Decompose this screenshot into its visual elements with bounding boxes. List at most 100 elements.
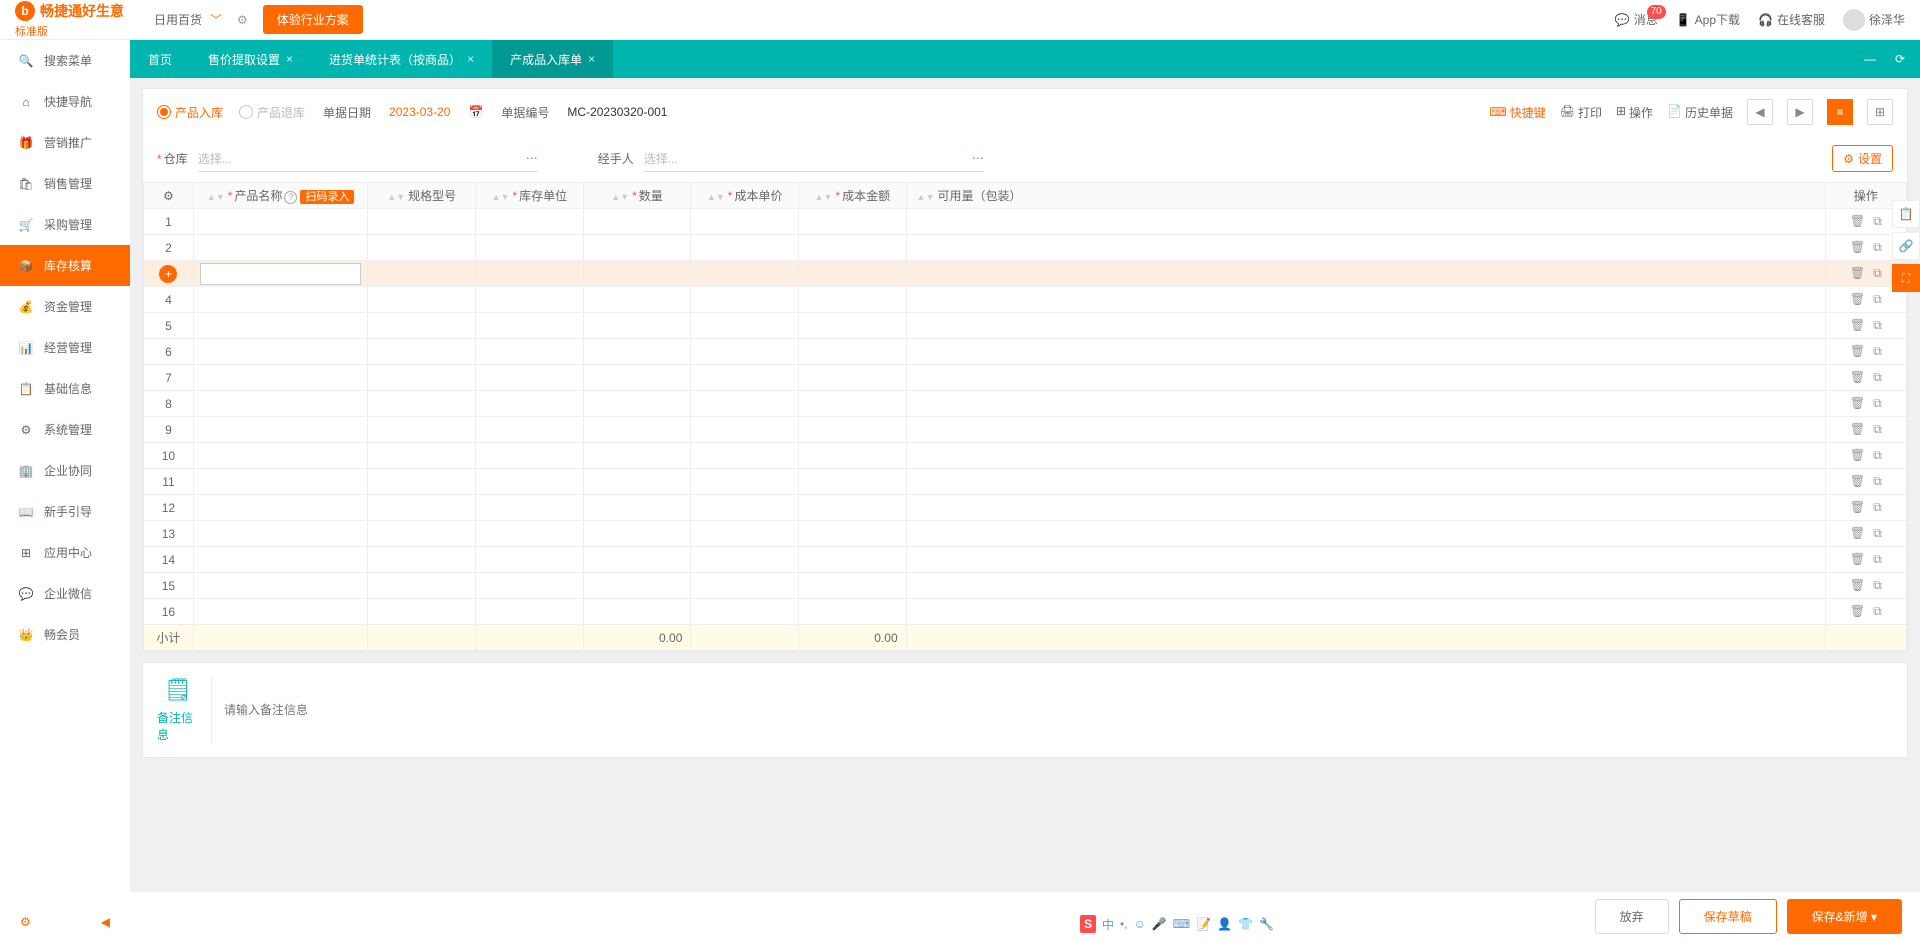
table-row[interactable]: 12🗑⧉ [144,495,1907,521]
cell-price[interactable] [691,339,799,365]
delete-icon[interactable]: 🗑 [1850,422,1865,437]
cell-unit[interactable] [476,235,584,261]
cell-qty[interactable] [583,547,691,573]
cell-unit[interactable] [476,339,584,365]
copy-icon[interactable]: ⧉ [1873,500,1882,515]
cell-price[interactable] [691,365,799,391]
delete-icon[interactable]: 🗑 [1850,266,1865,281]
copy-icon[interactable]: ⧉ [1873,578,1882,593]
cell-product[interactable] [193,573,368,599]
cell-product[interactable] [193,313,368,339]
delete-icon[interactable]: 🗑 [1850,552,1865,567]
cell-spec[interactable] [368,287,476,313]
delete-icon[interactable]: 🗑 [1850,214,1865,229]
cell-product[interactable] [193,417,368,443]
cell-spec[interactable] [368,417,476,443]
cell-amount[interactable] [799,443,907,469]
cell-price[interactable] [691,547,799,573]
cell-product[interactable] [193,443,368,469]
operate-button[interactable]: ⊞操作 [1616,104,1653,121]
ime-dot-icon[interactable]: •, [1120,917,1128,931]
cell-spec[interactable] [368,443,476,469]
cell-price[interactable] [691,209,799,235]
cell-qty[interactable] [583,261,691,287]
radio-product-out[interactable]: 产品退库 [239,104,305,121]
table-row[interactable]: 6🗑⧉ [144,339,1907,365]
settings-button[interactable]: ⚙ 设置 [1832,145,1893,172]
cell-amount[interactable] [799,469,907,495]
copy-icon[interactable]: ⧉ [1873,526,1882,541]
ime-smile-icon[interactable]: ☺ [1134,917,1146,931]
sidebar-item-3[interactable]: 🛍销售管理 [0,163,130,204]
cell-unit[interactable] [476,521,584,547]
copy-icon[interactable]: ⧉ [1873,604,1882,619]
ime-input-icon[interactable]: 📝 [1196,917,1211,931]
help-icon[interactable]: ? [284,191,297,204]
cell-unit[interactable] [476,469,584,495]
sidebar-item-8[interactable]: 📋基础信息 [0,368,130,409]
cell-unit[interactable] [476,261,584,287]
cell-product[interactable] [193,261,368,287]
delete-icon[interactable]: 🗑 [1850,318,1865,333]
delete-icon[interactable]: 🗑 [1850,500,1865,515]
cell-amount[interactable] [799,573,907,599]
cell-price[interactable] [691,287,799,313]
col-qty[interactable]: ▲▼*数量 [583,183,691,209]
cell-product[interactable] [193,521,368,547]
date-value[interactable]: 2023-03-20 [389,105,450,119]
delete-icon[interactable]: 🗑 [1850,292,1865,307]
cell-avail[interactable] [906,235,1825,261]
col-unit[interactable]: ▲▼*库存单位 [476,183,584,209]
table-row[interactable]: 16🗑⧉ [144,599,1907,625]
cell-unit[interactable] [476,443,584,469]
history-button[interactable]: 📄历史单据 [1667,104,1733,121]
cell-price[interactable] [691,313,799,339]
table-row[interactable]: 11🗑⧉ [144,469,1907,495]
close-icon[interactable]: × [588,52,595,66]
table-row[interactable]: +🗑⧉ [144,261,1907,287]
cell-avail[interactable] [906,261,1825,287]
sidebar-item-4[interactable]: 🛒采购管理 [0,204,130,245]
remark-input[interactable] [212,677,1893,743]
cell-unit[interactable] [476,417,584,443]
col-amount[interactable]: ▲▼*成本金额 [799,183,907,209]
ime-mic-icon[interactable]: 🎤 [1152,917,1167,931]
copy-icon[interactable]: ⧉ [1873,422,1882,437]
cell-qty[interactable] [583,573,691,599]
cell-spec[interactable] [368,547,476,573]
tab-minimize-button[interactable]: — [1856,45,1884,73]
cell-avail[interactable] [906,521,1825,547]
view-detail-button[interactable]: ⊞ [1867,99,1893,125]
cell-amount[interactable] [799,365,907,391]
sidebar-item-5[interactable]: 📦库存核算 [0,245,130,286]
cell-product[interactable] [193,339,368,365]
cell-spec[interactable] [368,365,476,391]
col-available[interactable]: ▲▼可用量（包装） [906,183,1825,209]
cell-price[interactable] [691,521,799,547]
discard-button[interactable]: 放弃 [1595,899,1669,934]
cell-price[interactable] [691,443,799,469]
cell-spec[interactable] [368,599,476,625]
cell-amount[interactable] [799,339,907,365]
cell-price[interactable] [691,573,799,599]
tab-2[interactable]: 进货单统计表（按商品）× [311,40,492,78]
tab-refresh-button[interactable]: ⟳ [1886,45,1914,73]
cell-product[interactable] [193,209,368,235]
experience-button[interactable]: 体验行业方案 [263,5,363,34]
table-row[interactable]: 10🗑⧉ [144,443,1907,469]
cell-unit[interactable] [476,495,584,521]
cell-price[interactable] [691,417,799,443]
online-service-button[interactable]: 🎧 在线客服 [1758,11,1825,28]
cell-avail[interactable] [906,313,1825,339]
tab-3[interactable]: 产成品入库单× [492,40,613,78]
ime-keyboard-icon[interactable]: ⌨ [1173,917,1190,931]
messages-button[interactable]: 💬 消息 70 [1615,11,1658,28]
cell-spec[interactable] [368,209,476,235]
cell-spec[interactable] [368,339,476,365]
ime-shirt-icon[interactable]: 👕 [1238,917,1253,931]
cell-price[interactable] [691,599,799,625]
cell-unit[interactable] [476,599,584,625]
cell-product[interactable] [193,495,368,521]
cell-price[interactable] [691,261,799,287]
cell-avail[interactable] [906,599,1825,625]
